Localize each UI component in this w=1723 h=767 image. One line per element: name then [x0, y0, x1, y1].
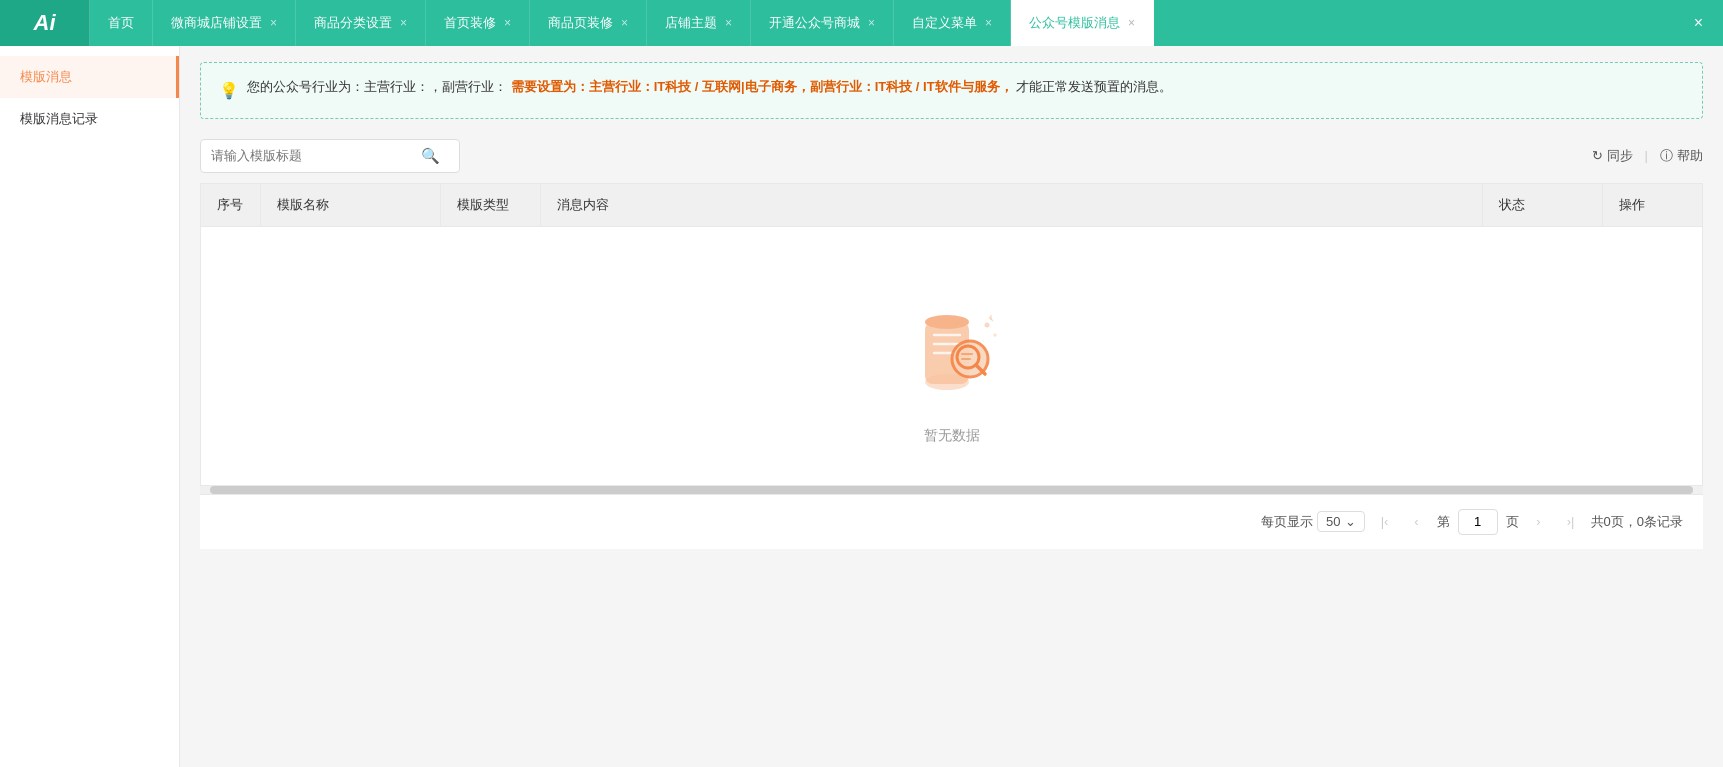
- close-tab-template-msg[interactable]: ×: [1128, 16, 1135, 30]
- top-nav: Ai 首页微商城店铺设置×商品分类设置×首页装修×商品页装修×店铺主题×开通公众…: [0, 0, 1723, 46]
- sidebar-item-template-msg-record[interactable]: 模版消息记录: [0, 98, 179, 140]
- help-button[interactable]: ⓘ 帮助: [1660, 147, 1703, 165]
- sidebar: 模版消息模版消息记录: [0, 46, 180, 767]
- sync-icon: ↻: [1592, 148, 1603, 163]
- close-tab-open-mall[interactable]: ×: [868, 16, 875, 30]
- nav-tab-home-decoration[interactable]: 首页装修×: [426, 0, 530, 46]
- svg-point-12: [993, 333, 997, 337]
- content-area: 💡 您的公众号行业为：主营行业：，副营行业： 需要设置为：主营行业：IT科技 /…: [180, 46, 1723, 767]
- toolbar: 🔍 ↻ 同步 | ⓘ 帮助: [200, 139, 1703, 173]
- svg-point-11: [984, 322, 989, 327]
- page-next-button[interactable]: ›: [1527, 510, 1551, 534]
- nav-tab-open-mall[interactable]: 开通公众号商城×: [751, 0, 894, 46]
- search-icon[interactable]: 🔍: [421, 147, 440, 165]
- page-label-pre: 第: [1437, 513, 1450, 531]
- notice-text: 您的公众号行业为：主营行业：，副营行业： 需要设置为：主营行业：IT科技 / 互…: [247, 77, 1172, 98]
- close-tab-product-decoration[interactable]: ×: [621, 16, 628, 30]
- per-page-dropdown[interactable]: 50 ⌄: [1317, 511, 1364, 532]
- page-number-input[interactable]: [1458, 509, 1498, 535]
- sidebar-item-template-msg[interactable]: 模版消息: [0, 56, 179, 98]
- scroll-thumb[interactable]: [210, 486, 1693, 494]
- nav-tab-category-settings[interactable]: 商品分类设置×: [296, 0, 426, 46]
- close-tab-category-settings[interactable]: ×: [400, 16, 407, 30]
- close-tab-store-settings[interactable]: ×: [270, 16, 277, 30]
- col-header-type: 模版类型: [441, 183, 541, 226]
- col-header-status: 状态: [1483, 183, 1603, 226]
- notice-highlight: 需要设置为：主营行业：IT科技 / 互联网|电子商务，副营行业：IT科技 / I…: [511, 79, 1013, 94]
- pagination-bar: 每页显示 50 ⌄ |‹ ‹ 第 页 › ›| 共0页，0条记录: [200, 494, 1703, 549]
- page-prev-button[interactable]: ‹: [1405, 510, 1429, 534]
- notice-icon: 💡: [219, 78, 239, 104]
- nav-tab-custom-menu[interactable]: 自定义菜单×: [894, 0, 1011, 46]
- data-table: 序号模版名称模版类型消息内容状态操作: [200, 183, 1703, 486]
- search-input[interactable]: [211, 148, 421, 163]
- help-icon: ⓘ: [1660, 147, 1673, 165]
- global-close-button[interactable]: ×: [1674, 0, 1723, 46]
- per-page-label: 每页显示: [1261, 513, 1313, 531]
- empty-illustration: [892, 287, 1012, 407]
- scroll-bar[interactable]: [200, 486, 1703, 494]
- table-header: 序号模版名称模版类型消息内容状态操作: [201, 183, 1703, 226]
- notice-box: 💡 您的公众号行业为：主营行业：，副营行业： 需要设置为：主营行业：IT科技 /…: [200, 62, 1703, 119]
- nav-tabs: 首页微商城店铺设置×商品分类设置×首页装修×商品页装修×店铺主题×开通公众号商城…: [90, 0, 1154, 46]
- toolbar-divider: |: [1645, 148, 1648, 163]
- close-tab-custom-menu[interactable]: ×: [985, 16, 992, 30]
- per-page-value: 50: [1326, 514, 1340, 529]
- page-last-button[interactable]: ›|: [1559, 510, 1583, 534]
- page-label-suf: 页: [1506, 513, 1519, 531]
- main-layout: 模版消息模版消息记录 💡 您的公众号行业为：主营行业：，副营行业： 需要设置为：…: [0, 46, 1723, 767]
- col-header-content: 消息内容: [541, 183, 1483, 226]
- sidebar-items: 模版消息模版消息记录: [0, 56, 179, 140]
- close-tab-home-decoration[interactable]: ×: [504, 16, 511, 30]
- col-header-name: 模版名称: [261, 183, 441, 226]
- svg-point-2: [925, 315, 969, 329]
- logo: Ai: [0, 0, 90, 46]
- page-first-button[interactable]: |‹: [1373, 510, 1397, 534]
- close-tab-store-theme[interactable]: ×: [725, 16, 732, 30]
- empty-state: 暂无数据: [201, 227, 1702, 485]
- nav-tab-store-theme[interactable]: 店铺主题×: [647, 0, 751, 46]
- table-empty-row: 暂无数据: [201, 226, 1703, 485]
- nav-tab-store-settings[interactable]: 微商城店铺设置×: [153, 0, 296, 46]
- empty-text: 暂无数据: [201, 427, 1702, 445]
- total-text: 共0页，0条记录: [1591, 513, 1683, 531]
- per-page-select: 每页显示 50 ⌄: [1261, 511, 1364, 532]
- nav-tab-template-msg[interactable]: 公众号模版消息×: [1011, 0, 1154, 46]
- toolbar-right: ↻ 同步 | ⓘ 帮助: [1592, 147, 1703, 165]
- nav-tab-home[interactable]: 首页: [90, 0, 153, 46]
- col-header-action: 操作: [1603, 183, 1703, 226]
- chevron-down-icon: ⌄: [1345, 514, 1356, 529]
- search-area: 🔍: [200, 139, 460, 173]
- col-header-index: 序号: [201, 183, 261, 226]
- nav-tab-product-decoration[interactable]: 商品页装修×: [530, 0, 647, 46]
- sync-button[interactable]: ↻ 同步: [1592, 147, 1633, 165]
